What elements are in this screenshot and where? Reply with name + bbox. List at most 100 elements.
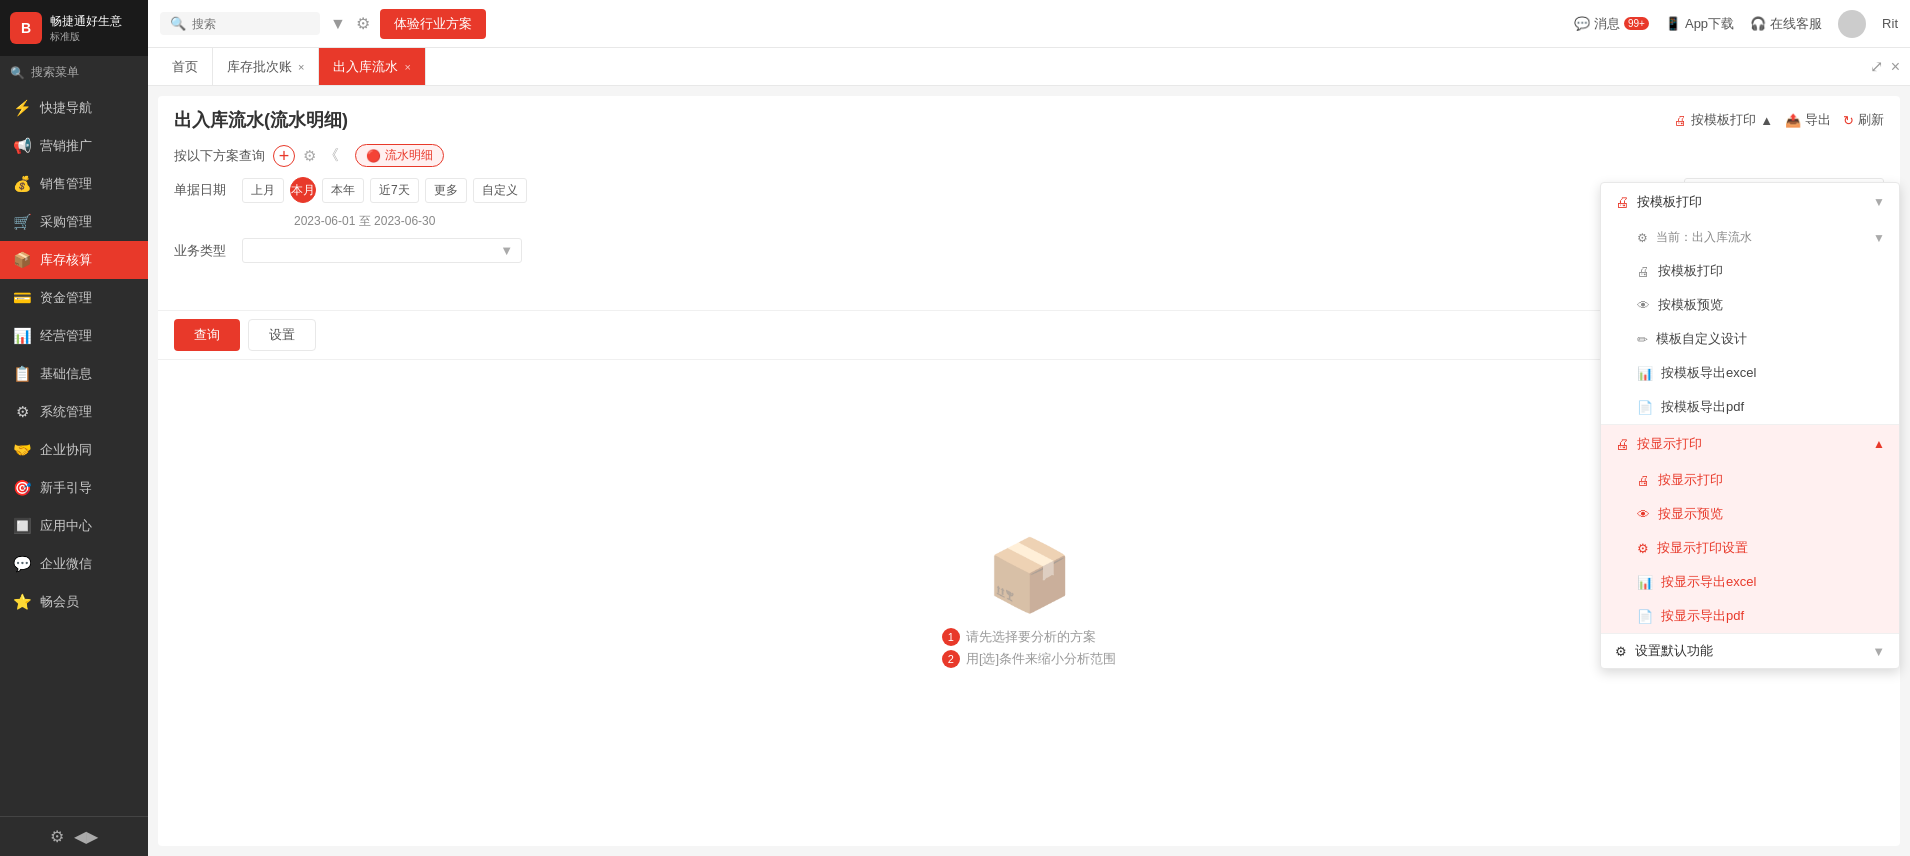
current-caret: ▼ <box>1873 231 1885 245</box>
tab-flow-close[interactable]: × <box>404 61 410 73</box>
settings-default-label: ⚙ 设置默认功能 <box>1615 642 1713 660</box>
sidebar-item-cooperation[interactable]: 🤝 企业协同 <box>0 431 148 469</box>
topbar-search-box[interactable]: 🔍 <box>160 12 320 35</box>
empty-tip-2: 2 用[选]条件来缩小分析范围 <box>942 650 1116 668</box>
dropdown-display-export-excel[interactable]: 📊 按显示导出excel <box>1601 565 1899 599</box>
message-button[interactable]: 💬 消息 99+ <box>1574 15 1649 33</box>
app-download-button[interactable]: 📱 App下载 <box>1665 15 1734 33</box>
sidebar-item-label: 企业协同 <box>40 441 92 459</box>
sidebar-item-quick-nav[interactable]: ⚡ 快捷导航 <box>0 89 148 127</box>
search-icon: 🔍 <box>10 66 25 80</box>
dropdown-template-export-excel[interactable]: 📊 按模板导出excel <box>1601 356 1899 390</box>
date-btn-last-7-days[interactable]: 近7天 <box>370 178 419 203</box>
print-template-button[interactable]: 🖨 按模板打印 ▲ <box>1674 111 1773 129</box>
sidebar-item-finance[interactable]: 💳 资金管理 <box>0 279 148 317</box>
excel-icon: 📊 <box>1637 366 1653 381</box>
date-btn-this-month[interactable]: 本月 <box>290 177 316 203</box>
template-print-header[interactable]: 🖨 按模板打印 ▼ <box>1601 183 1899 221</box>
filter-label-group: 按以下方案查询 + ⚙ 《 <box>174 145 339 167</box>
sidebar-item-marketing[interactable]: 📢 营销推广 <box>0 127 148 165</box>
maximize-button[interactable]: ⤢ <box>1870 57 1883 76</box>
topbar: 🔍 ▼ ⚙ 体验行业方案 💬 消息 99+ 📱 App下载 🎧 在线客服 Rit <box>148 0 1910 48</box>
online-service-button[interactable]: 🎧 在线客服 <box>1750 15 1822 33</box>
display-print-section: 🖨 按显示打印 ▲ 🖨 按显示打印 👁 按显示预览 ⚙ 按显示打印设置 <box>1601 425 1899 634</box>
sidebar-item-label: 销售管理 <box>40 175 92 193</box>
date-btn-custom[interactable]: 自定义 <box>473 178 527 203</box>
dropdown-settings-default[interactable]: ⚙ 设置默认功能 ▼ <box>1601 634 1899 668</box>
export-icon: 📤 <box>1785 113 1801 128</box>
tab-home[interactable]: 首页 <box>158 48 213 85</box>
topbar-dropdown-icon[interactable]: ▼ <box>330 15 346 33</box>
sidebar-item-inventory[interactable]: 📦 库存核算 <box>0 241 148 279</box>
settings-default-icon: ⚙ <box>1615 644 1627 659</box>
refresh-button[interactable]: ↻ 刷新 <box>1843 111 1884 129</box>
tip-text-1: 请先选择要分析的方案 <box>966 628 1096 646</box>
collapse-sidebar-icon[interactable]: ◀▶ <box>74 827 98 846</box>
tabs-bar: 首页 库存批次账 × 出入库流水 × ⤢ × <box>148 48 1910 86</box>
dropdown-display-print[interactable]: 🖨 按显示打印 <box>1601 463 1899 497</box>
export-label: 导出 <box>1805 111 1831 129</box>
filter-add-button[interactable]: + <box>273 145 295 167</box>
display-excel-icon: 📊 <box>1637 575 1653 590</box>
tab-flow[interactable]: 出入库流水 × <box>319 48 425 85</box>
filter-collapse-button[interactable]: 《 <box>324 146 339 165</box>
sidebar-item-basic[interactable]: 📋 基础信息 <box>0 355 148 393</box>
sidebar-item-wechat[interactable]: 💬 企业微信 <box>0 545 148 583</box>
date-field-label: 单据日期 <box>174 181 226 199</box>
close-window-button[interactable]: × <box>1891 58 1900 76</box>
sidebar-item-label: 库存核算 <box>40 251 92 269</box>
date-btn-more[interactable]: 更多 <box>425 178 467 203</box>
dropdown-display-print-settings[interactable]: ⚙ 按显示打印设置 <box>1601 531 1899 565</box>
sidebar-item-member[interactable]: ⭐ 畅会员 <box>0 583 148 621</box>
template-section-caret: ▼ <box>1873 195 1885 209</box>
refresh-label: 刷新 <box>1858 111 1884 129</box>
display-export-pdf-label: 按显示导出pdf <box>1661 607 1744 625</box>
sidebar-item-system[interactable]: ⚙ 系统管理 <box>0 393 148 431</box>
date-btn-this-year[interactable]: 本年 <box>322 178 364 203</box>
settings-button[interactable]: 设置 <box>248 319 316 351</box>
sidebar-item-sales[interactable]: 💰 销售管理 <box>0 165 148 203</box>
template-export-excel-label: 按模板导出excel <box>1661 364 1756 382</box>
tab-batch-account[interactable]: 库存批次账 × <box>213 48 319 85</box>
topbar-settings-icon[interactable]: ⚙ <box>356 14 370 33</box>
template-export-pdf-label: 按模板导出pdf <box>1661 398 1744 416</box>
query-button[interactable]: 查询 <box>174 319 240 351</box>
sidebar-bottom: ⚙ ◀▶ <box>0 816 148 856</box>
topbar-search-icon: 🔍 <box>170 16 186 31</box>
tabs-right-controls: ⤢ × <box>1870 57 1910 76</box>
dropdown-template-preview[interactable]: 👁 按模板预览 <box>1601 288 1899 322</box>
display-print-label: 按显示打印 <box>1637 435 1702 453</box>
user-avatar[interactable] <box>1838 10 1866 38</box>
dropdown-template-export-pdf[interactable]: 📄 按模板导出pdf <box>1601 390 1899 424</box>
display-settings-icon: ⚙ <box>1637 541 1649 556</box>
date-btn-last-month[interactable]: 上月 <box>242 178 284 203</box>
sidebar-item-business[interactable]: 📊 经营管理 <box>0 317 148 355</box>
sidebar-search[interactable]: 🔍 搜索菜单 <box>0 56 148 89</box>
dropdown-display-preview[interactable]: 👁 按显示预览 <box>1601 497 1899 531</box>
sidebar-item-guide[interactable]: 🎯 新手引导 <box>0 469 148 507</box>
sales-icon: 💰 <box>12 175 32 193</box>
design-icon: ✏ <box>1637 332 1648 347</box>
sidebar-item-purchase[interactable]: 🛒 采购管理 <box>0 203 148 241</box>
message-label: 消息 <box>1594 15 1620 33</box>
empty-tip-1: 1 请先选择要分析的方案 <box>942 628 1116 646</box>
display-print-header[interactable]: 🖨 按显示打印 ▲ <box>1601 425 1899 463</box>
tab-batch-close[interactable]: × <box>298 61 304 73</box>
template-print-item-label: 按模板打印 <box>1658 262 1723 280</box>
dropdown-template-custom[interactable]: ✏ 模板自定义设计 <box>1601 322 1899 356</box>
sidebar-item-app-center[interactable]: 🔲 应用中心 <box>0 507 148 545</box>
current-template-item[interactable]: ⚙ 当前：出入库流水 ▼ <box>1601 221 1899 254</box>
dropdown-display-export-pdf[interactable]: 📄 按显示导出pdf <box>1601 599 1899 633</box>
sidebar-item-label: 畅会员 <box>40 593 79 611</box>
filter-settings-button[interactable]: ⚙ <box>303 147 316 165</box>
biz-type-select[interactable]: ▼ <box>242 238 522 263</box>
topbar-search-input[interactable] <box>192 17 292 31</box>
settings-icon[interactable]: ⚙ <box>50 827 64 846</box>
business-icon: 📊 <box>12 327 32 345</box>
export-button[interactable]: 📤 导出 <box>1785 111 1831 129</box>
sidebar: B 畅捷通好生意 标准版 🔍 搜索菜单 ⚡ 快捷导航 📢 营销推广 💰 销售管理… <box>0 0 148 856</box>
industry-solution-button[interactable]: 体验行业方案 <box>380 9 486 39</box>
sidebar-item-label: 采购管理 <box>40 213 92 231</box>
dropdown-template-print[interactable]: 🖨 按模板打印 <box>1601 254 1899 288</box>
tip-num-1: 1 <box>942 628 960 646</box>
